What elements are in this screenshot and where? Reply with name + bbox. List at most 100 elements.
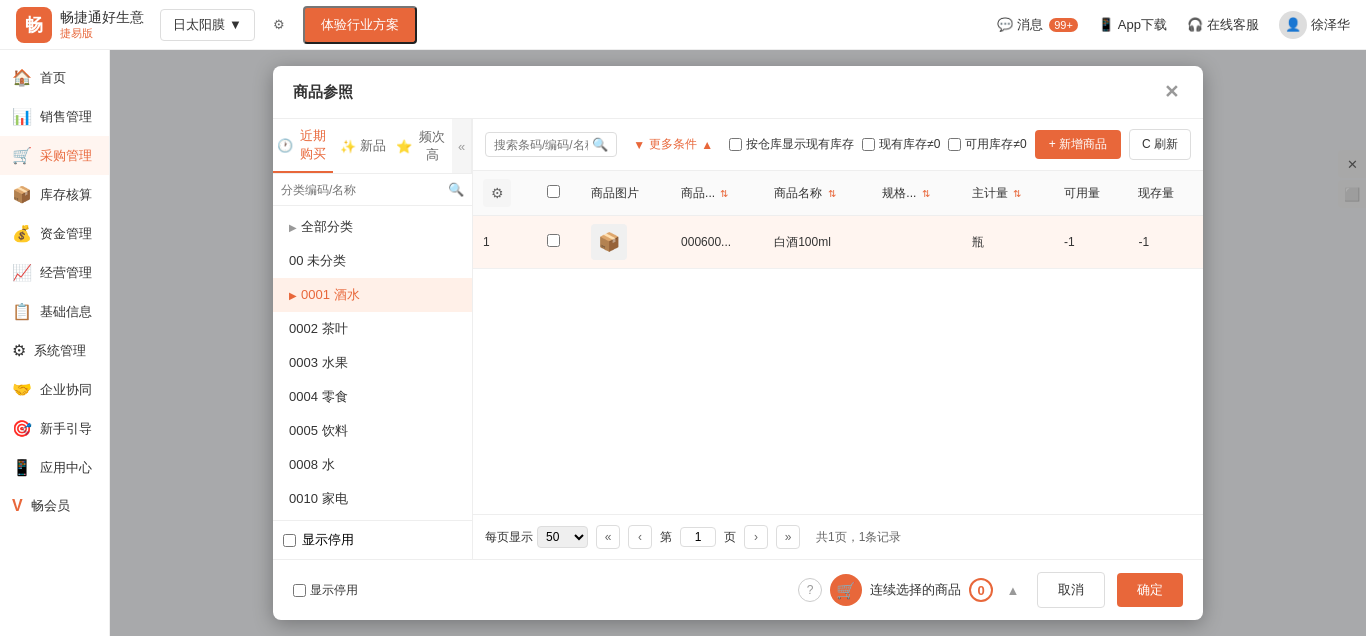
sidebar-item-management[interactable]: 📈 经营管理 [0,253,109,292]
help-icon[interactable]: ? [798,578,822,602]
avatar: 👤 [1279,11,1307,39]
main-layout: 🏠 首页 📊 销售管理 🛒 采购管理 📦 库存核算 💰 资金管理 📈 经营管理 … [0,50,1366,636]
usable-stock-checkbox[interactable] [948,138,961,151]
sidebar-item-sales[interactable]: 📊 销售管理 [0,97,109,136]
sidebar-item-label: 新手引导 [40,420,92,438]
warehouse-filter-checkbox[interactable] [729,138,742,151]
sidebar-item-guide[interactable]: 🎯 新手引导 [0,409,109,448]
category-list: ▶ 全部分类 00 未分类 ▶ 0001 酒水 0002 茶 [273,206,472,520]
tab-new-products[interactable]: ✨ 新品 [333,119,393,173]
page-label: 第 [660,529,672,546]
warehouse-filter-area: 按仓库显示现有库存 [729,136,854,153]
sidebar-item-apps[interactable]: 📱 应用中心 [0,448,109,487]
dropdown-arrow-icon: ▼ [229,17,242,32]
top-nav: 畅 畅捷通好生意 捷易版 日太阳膜 ▼ ⚙ 体验行业方案 💬 消息 99+ 📱 … [0,0,1366,50]
sidebar-item-purchase[interactable]: 🛒 采购管理 [0,136,109,175]
messages-badge: 99+ [1049,18,1078,32]
cancel-button[interactable]: 取消 [1037,572,1105,608]
th-stock: 现存量 [1128,171,1203,216]
more-filter-button[interactable]: ▼ 更多条件 ▲ [625,132,721,157]
filter-up-icon: ▲ [701,138,713,152]
show-disabled-checkbox[interactable] [283,534,296,547]
category-tea[interactable]: 0002 茶叶 [273,312,472,346]
usable-stock-label: 可用库存≠0 [965,136,1026,153]
confirm-button[interactable]: 确定 [1117,573,1183,607]
th-code[interactable]: 商品... ⇅ [671,171,764,216]
sidebar-item-home[interactable]: 🏠 首页 [0,58,109,97]
footer-show-disabled-checkbox[interactable] [293,584,306,597]
next-page-button[interactable]: › [744,525,768,549]
phone-icon: 📱 [1098,17,1114,32]
tab-high-frequency[interactable]: ⭐ 频次高 [392,119,452,173]
th-name[interactable]: 商品名称 ⇅ [764,171,872,216]
collab-icon: 🤝 [12,380,32,399]
page-number-input[interactable] [680,527,716,547]
user-profile[interactable]: 👤 徐泽华 [1279,11,1350,39]
category-appliances[interactable]: 0010 家电 [273,482,472,516]
modal-left-tabs: 🕐 近期购买 ✨ 新品 ⭐ 频次高 « [273,119,472,174]
sidebar-item-label: 库存核算 [40,186,92,204]
page-size-select[interactable]: 10 20 50 100 [537,526,588,548]
page-total-label: 共1页，1条记录 [816,529,901,546]
refresh-button[interactable]: C 刷新 [1129,129,1191,160]
category-drinks[interactable]: 0005 饮料 [273,414,472,448]
collapse-cart-button[interactable]: ▲ [1001,578,1025,602]
sidebar-item-label: 基础信息 [40,303,92,321]
select-all-checkbox[interactable] [547,185,560,198]
online-service-button[interactable]: 🎧 在线客服 [1187,16,1259,34]
th-spec[interactable]: 规格... ⇅ [872,171,962,216]
add-product-button[interactable]: + 新增商品 [1035,130,1121,159]
category-unclassified[interactable]: 00 未分类 [273,244,472,278]
product-search-input[interactable] [494,138,588,152]
modal-overlay: 商品参照 ✕ 🕐 近期购买 ✨ [110,50,1366,636]
category-search-input[interactable] [281,183,444,197]
collapse-left-button[interactable]: « [452,119,472,173]
app-download-button[interactable]: 📱 App下载 [1098,16,1167,34]
th-available: 可用量 [1054,171,1128,216]
td-spec [872,216,962,269]
last-page-button[interactable]: » [776,525,800,549]
filter-icon: ▼ [633,138,645,152]
sidebar-item-collab[interactable]: 🤝 企业协同 [0,370,109,409]
prev-page-button[interactable]: ‹ [628,525,652,549]
category-snacks[interactable]: 0004 零食 [273,380,472,414]
finance-icon: 💰 [12,224,32,243]
tab-recent-purchase[interactable]: 🕐 近期购买 [273,119,333,173]
purchase-icon: 🛒 [12,146,32,165]
modal-title: 商品参照 [293,83,353,102]
sidebar-item-member[interactable]: V 畅会员 [0,487,109,525]
messages-button[interactable]: 💬 消息 99+ [997,16,1078,34]
usable-stock-filter-area: 可用库存≠0 [948,136,1026,153]
sidebar-item-finance[interactable]: 💰 资金管理 [0,214,109,253]
star-icon: ✨ [340,139,356,154]
online-service-label: 在线客服 [1207,16,1259,34]
category-liquor[interactable]: ▶ 0001 酒水 [273,278,472,312]
modal-close-button[interactable]: ✕ [1159,80,1183,104]
category-all[interactable]: ▶ 全部分类 [273,210,472,244]
available-stock-filter-area: 现有库存≠0 [862,136,940,153]
gear-button[interactable]: ⚙ [263,9,295,41]
freq-icon: ⭐ [396,139,412,154]
category-water[interactable]: 0008 水 [273,448,472,482]
category-fruit[interactable]: 0003 水果 [273,346,472,380]
sidebar-item-label: 首页 [40,69,66,87]
th-unit[interactable]: 主计量 ⇅ [962,171,1054,216]
modal-right-panel: 🔍 ▼ 更多条件 ▲ 按仓库显示现有库存 [473,119,1203,559]
sidebar-item-system[interactable]: ⚙ 系统管理 [0,331,109,370]
table-row[interactable]: 1 📦 000600... 白酒100ml [473,216,1203,269]
store-dropdown[interactable]: 日太阳膜 ▼ [160,9,255,41]
sidebar-item-basic-info[interactable]: 📋 基础信息 [0,292,109,331]
member-icon: V [12,497,23,515]
pagination-bar: 每页显示 10 20 50 100 « ‹ 第 [473,514,1203,559]
cart-area: ? 🛒 连续选择的商品 0 ▲ [798,574,1025,606]
experience-button[interactable]: 体验行业方案 [303,6,417,44]
modal-left-footer: 显示停用 [273,520,472,559]
cart-icon[interactable]: 🛒 [830,574,862,606]
first-page-button[interactable]: « [596,525,620,549]
th-checkbox [537,171,581,216]
table-settings-icon[interactable]: ⚙ [483,179,511,207]
sales-icon: 📊 [12,107,32,126]
sidebar-item-inventory[interactable]: 📦 库存核算 [0,175,109,214]
row-checkbox[interactable] [547,234,560,247]
available-stock-checkbox[interactable] [862,138,875,151]
